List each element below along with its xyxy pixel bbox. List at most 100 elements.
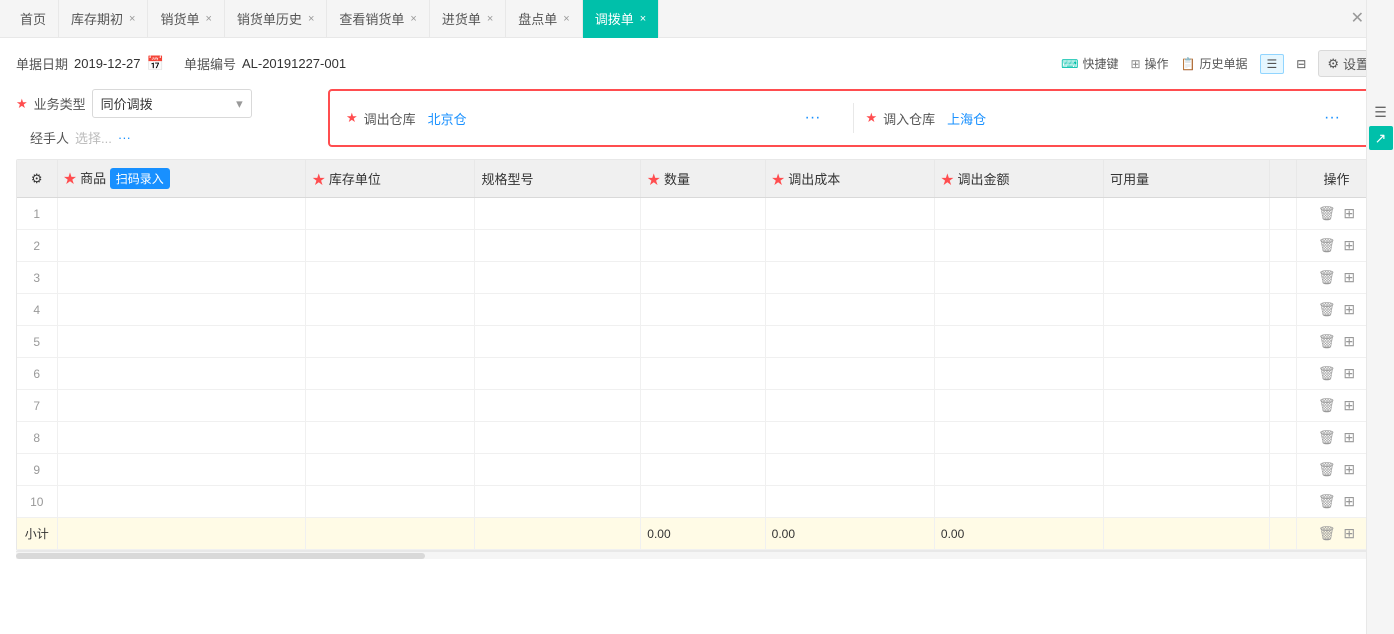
cell-amount[interactable]: [934, 422, 1103, 454]
copy-icon[interactable]: ⊞: [1343, 397, 1355, 413]
sidebar-export-icon[interactable]: ↗: [1369, 126, 1393, 150]
cell-unit[interactable]: [306, 198, 475, 230]
delete-icon[interactable]: 🗑: [1318, 365, 1336, 381]
cell-product[interactable]: [57, 486, 306, 518]
handler-input[interactable]: 选择...: [75, 128, 112, 147]
cell-qty[interactable]: [641, 486, 765, 518]
close-icon[interactable]: ×: [640, 13, 646, 25]
cell-cost[interactable]: [765, 326, 934, 358]
cell-spec[interactable]: [475, 422, 641, 454]
cell-spec[interactable]: [475, 294, 641, 326]
cell-amount[interactable]: [934, 326, 1103, 358]
cell-product[interactable]: [57, 198, 306, 230]
delete-icon[interactable]: 🗑: [1318, 397, 1336, 413]
delete-icon[interactable]: 🗑: [1318, 429, 1336, 445]
cell-unit[interactable]: [306, 390, 475, 422]
cell-available[interactable]: [1104, 422, 1270, 454]
tab-purchase-order[interactable]: 进货单 ×: [430, 0, 506, 38]
cell-qty[interactable]: [641, 454, 765, 486]
cell-amount[interactable]: [934, 230, 1103, 262]
cell-spec[interactable]: [475, 262, 641, 294]
warehouse-in-value[interactable]: 上海仓: [947, 109, 986, 128]
delete-icon[interactable]: 🗑: [1318, 269, 1336, 285]
date-value[interactable]: 2019-12-27: [74, 56, 141, 71]
cell-cost[interactable]: [765, 294, 934, 326]
cell-cost[interactable]: [765, 454, 934, 486]
cell-cost[interactable]: [765, 486, 934, 518]
cell-amount[interactable]: [934, 262, 1103, 294]
cell-cost[interactable]: [765, 390, 934, 422]
cell-unit[interactable]: [306, 262, 475, 294]
cell-amount[interactable]: [934, 294, 1103, 326]
cell-spec[interactable]: [475, 358, 641, 390]
copy-icon[interactable]: ⊞: [1343, 429, 1355, 445]
tab-transfer-order[interactable]: 调拨单 ×: [583, 0, 659, 38]
col-settings-header[interactable]: ⚙: [17, 160, 57, 198]
cell-unit[interactable]: [306, 422, 475, 454]
copy-icon[interactable]: ⊞: [1343, 493, 1355, 509]
warehouse-in-dots-button[interactable]: ···: [1324, 109, 1340, 127]
copy-icon[interactable]: ⊞: [1343, 205, 1355, 221]
handler-dots-button[interactable]: ···: [118, 130, 131, 145]
cell-product[interactable]: [57, 326, 306, 358]
cell-unit[interactable]: [306, 358, 475, 390]
close-icon[interactable]: ×: [563, 13, 569, 25]
cell-unit[interactable]: [306, 230, 475, 262]
cell-cost[interactable]: [765, 198, 934, 230]
cell-qty[interactable]: [641, 422, 765, 454]
scrollbar-thumb[interactable]: [16, 553, 425, 559]
cell-qty[interactable]: [641, 294, 765, 326]
business-type-select[interactable]: 同价调拨 ▾: [92, 89, 252, 118]
copy-icon[interactable]: ⊞: [1343, 525, 1355, 541]
cell-qty[interactable]: [641, 262, 765, 294]
copy-icon[interactable]: ⊞: [1343, 301, 1355, 317]
cell-available[interactable]: [1104, 262, 1270, 294]
close-icon[interactable]: ×: [410, 13, 416, 25]
cell-available[interactable]: [1104, 390, 1270, 422]
close-icon[interactable]: ×: [129, 13, 135, 25]
cell-spec[interactable]: [475, 326, 641, 358]
cell-unit[interactable]: [306, 326, 475, 358]
cell-unit[interactable]: [306, 294, 475, 326]
tab-inventory-check[interactable]: 盘点单 ×: [506, 0, 582, 38]
cell-spec[interactable]: [475, 390, 641, 422]
delete-icon[interactable]: 🗑: [1318, 333, 1336, 349]
cell-qty[interactable]: [641, 326, 765, 358]
window-close-button[interactable]: ✕: [1351, 8, 1364, 28]
delete-icon[interactable]: 🗑: [1318, 493, 1336, 509]
tab-inventory-init[interactable]: 库存期初 ×: [59, 0, 148, 38]
cell-cost[interactable]: [765, 230, 934, 262]
tab-view-sales[interactable]: 查看销货单 ×: [327, 0, 429, 38]
tab-sales-order[interactable]: 销货单 ×: [148, 0, 224, 38]
grid-view-button[interactable]: ⊟: [1296, 57, 1306, 71]
cell-available[interactable]: [1104, 486, 1270, 518]
delete-icon[interactable]: 🗑: [1318, 301, 1336, 317]
delete-icon[interactable]: 🗑: [1318, 461, 1336, 477]
cell-available[interactable]: [1104, 230, 1270, 262]
close-icon[interactable]: ×: [308, 13, 314, 25]
cell-qty[interactable]: [641, 230, 765, 262]
tab-sales-history[interactable]: 销货单历史 ×: [225, 0, 327, 38]
delete-icon[interactable]: 🗑: [1318, 205, 1336, 221]
cell-spec[interactable]: [475, 454, 641, 486]
cell-product[interactable]: [57, 390, 306, 422]
history-button[interactable]: 📋 历史单据: [1181, 55, 1248, 72]
cell-qty[interactable]: [641, 390, 765, 422]
cell-product[interactable]: [57, 422, 306, 454]
cell-amount[interactable]: [934, 486, 1103, 518]
close-icon[interactable]: ×: [205, 13, 211, 25]
cell-available[interactable]: [1104, 326, 1270, 358]
cell-amount[interactable]: [934, 454, 1103, 486]
scan-button[interactable]: 扫码录入: [110, 168, 170, 189]
delete-icon[interactable]: 🗑: [1318, 237, 1336, 253]
cell-product[interactable]: [57, 358, 306, 390]
copy-icon[interactable]: ⊞: [1343, 365, 1355, 381]
cell-spec[interactable]: [475, 198, 641, 230]
warehouse-out-dots-button[interactable]: ···: [805, 109, 821, 127]
list-view-button[interactable]: ☰: [1260, 54, 1285, 74]
delete-icon[interactable]: 🗑: [1318, 525, 1336, 541]
tab-home[interactable]: 首页: [8, 0, 59, 38]
operation-button[interactable]: ⊞ 操作: [1130, 55, 1168, 72]
copy-icon[interactable]: ⊞: [1343, 269, 1355, 285]
cell-product[interactable]: [57, 230, 306, 262]
